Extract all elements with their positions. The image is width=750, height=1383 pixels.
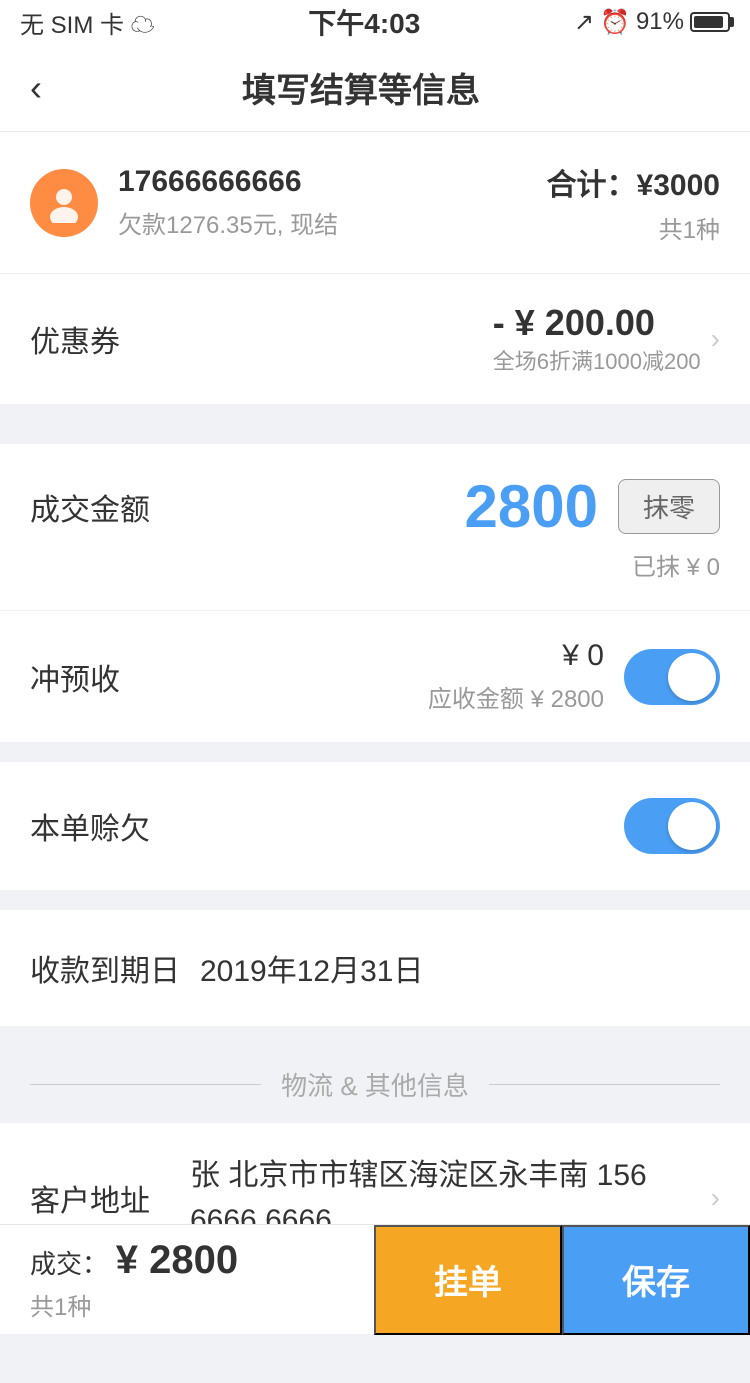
bottom-amount: ¥ 2800	[116, 1238, 238, 1282]
bottom-summary: 成交： ¥ 2800 共1种	[0, 1238, 374, 1322]
duedate-section: 收款到期日 2019年12月31日	[0, 910, 750, 1026]
customer-section: 17666666666 欠款1276.35元, 现结 合计：¥3000 共1种 …	[0, 132, 750, 404]
arrearage-toggle[interactable]	[624, 798, 720, 854]
arrearage-section: 本单赊欠	[0, 762, 750, 890]
coupon-label: 优惠券	[30, 317, 120, 361]
deal-amount-section: 成交金额 2800 抹零 已抹 ¥ 0	[0, 444, 750, 610]
total-count: 共1种	[547, 210, 720, 245]
chevron-right-icon: ›	[711, 323, 720, 355]
status-time: 下午4:03	[308, 2, 420, 42]
status-right: ↗ ⏰ 91%	[574, 8, 730, 37]
page-title: 填写结算等信息	[62, 63, 660, 112]
duedate-label: 收款到期日	[30, 946, 180, 990]
back-button[interactable]: ‹	[30, 57, 62, 119]
battery-icon	[690, 12, 730, 32]
battery-fill	[694, 16, 723, 28]
customer-row: 17666666666 欠款1276.35元, 现结 合计：¥3000 共1种	[0, 132, 750, 273]
total-amount: 合计：¥3000	[547, 160, 720, 204]
deal-amount-label: 成交金额	[30, 485, 150, 529]
sim-label: 无 SIM 卡 ☁	[20, 5, 155, 40]
prepay-row: 冲预收 ¥ 0 应收金额 ¥ 2800	[0, 610, 750, 742]
logistics-line-left	[30, 1084, 261, 1085]
customer-total: 合计：¥3000 共1种	[547, 160, 720, 245]
address-label: 客户地址	[30, 1176, 170, 1220]
customer-phone: 17666666666	[118, 165, 547, 199]
avatar	[30, 169, 98, 237]
bottom-count: 共1种	[30, 1287, 344, 1322]
customer-sub: 欠款1276.35元, 现结	[118, 205, 547, 240]
prepay-values: ¥ 0 应收金额 ¥ 2800	[428, 639, 604, 714]
logistics-text: 物流 & 其他信息	[261, 1066, 489, 1103]
coupon-right: - ¥ 200.00 全场6折满1000减200 ›	[493, 302, 720, 376]
address-chevron-icon: ›	[711, 1182, 720, 1214]
save-button[interactable]: 保存	[562, 1225, 750, 1335]
deal-amount-value: 2800	[465, 472, 598, 541]
customer-info: 17666666666 欠款1276.35元, 现结	[118, 165, 547, 240]
nav-bar: ‹ 填写结算等信息	[0, 44, 750, 132]
amount-row: 成交金额 2800 抹零	[30, 472, 720, 541]
amount-right: 2800 抹零	[465, 472, 721, 541]
toggle-knob	[668, 653, 716, 701]
coupon-amount: - ¥ 200.00	[493, 302, 691, 344]
round-zero-button[interactable]: 抹零	[618, 479, 720, 534]
logistics-line-right	[489, 1084, 720, 1085]
avatar-icon	[44, 183, 84, 223]
content-area: 17666666666 欠款1276.35元, 现结 合计：¥3000 共1种 …	[0, 132, 750, 1383]
prepay-amount: ¥ 0	[428, 639, 604, 673]
battery-percent: 91%	[636, 8, 684, 36]
arrearage-toggle-knob	[668, 802, 716, 850]
prepay-sub: 应收金额 ¥ 2800	[428, 679, 604, 714]
divider-1	[0, 424, 750, 444]
bottom-bar: 成交： ¥ 2800 共1种 挂单 保存	[0, 1224, 750, 1334]
arrearage-label: 本单赊欠	[30, 804, 150, 848]
coupon-desc: 全场6折满1000减200	[493, 344, 701, 376]
coupon-row[interactable]: 优惠券 - ¥ 200.00 全场6折满1000减200 ›	[0, 273, 750, 404]
coupon-info: - ¥ 200.00 全场6折满1000减200	[493, 302, 701, 376]
status-bar: 无 SIM 卡 ☁ 下午4:03 ↗ ⏰ 91%	[0, 0, 750, 44]
status-left: 无 SIM 卡 ☁	[20, 5, 155, 40]
hold-button[interactable]: 挂单	[374, 1225, 562, 1335]
divider-2	[0, 742, 750, 762]
logistics-divider: 物流 & 其他信息	[0, 1046, 750, 1123]
duedate-value: 2019年12月31日	[200, 946, 423, 990]
prepay-toggle[interactable]	[624, 649, 720, 705]
prepay-label: 冲预收	[30, 655, 120, 699]
deal-amount-sub: 已抹 ¥ 0	[30, 547, 720, 582]
bottom-deal-label: 成交：	[30, 1249, 108, 1279]
bottom-deal-row: 成交： ¥ 2800	[30, 1238, 344, 1283]
alarm-icon: ⏰	[600, 8, 630, 37]
location-icon: ↗	[574, 8, 594, 37]
prepay-right: ¥ 0 应收金额 ¥ 2800	[428, 639, 720, 714]
